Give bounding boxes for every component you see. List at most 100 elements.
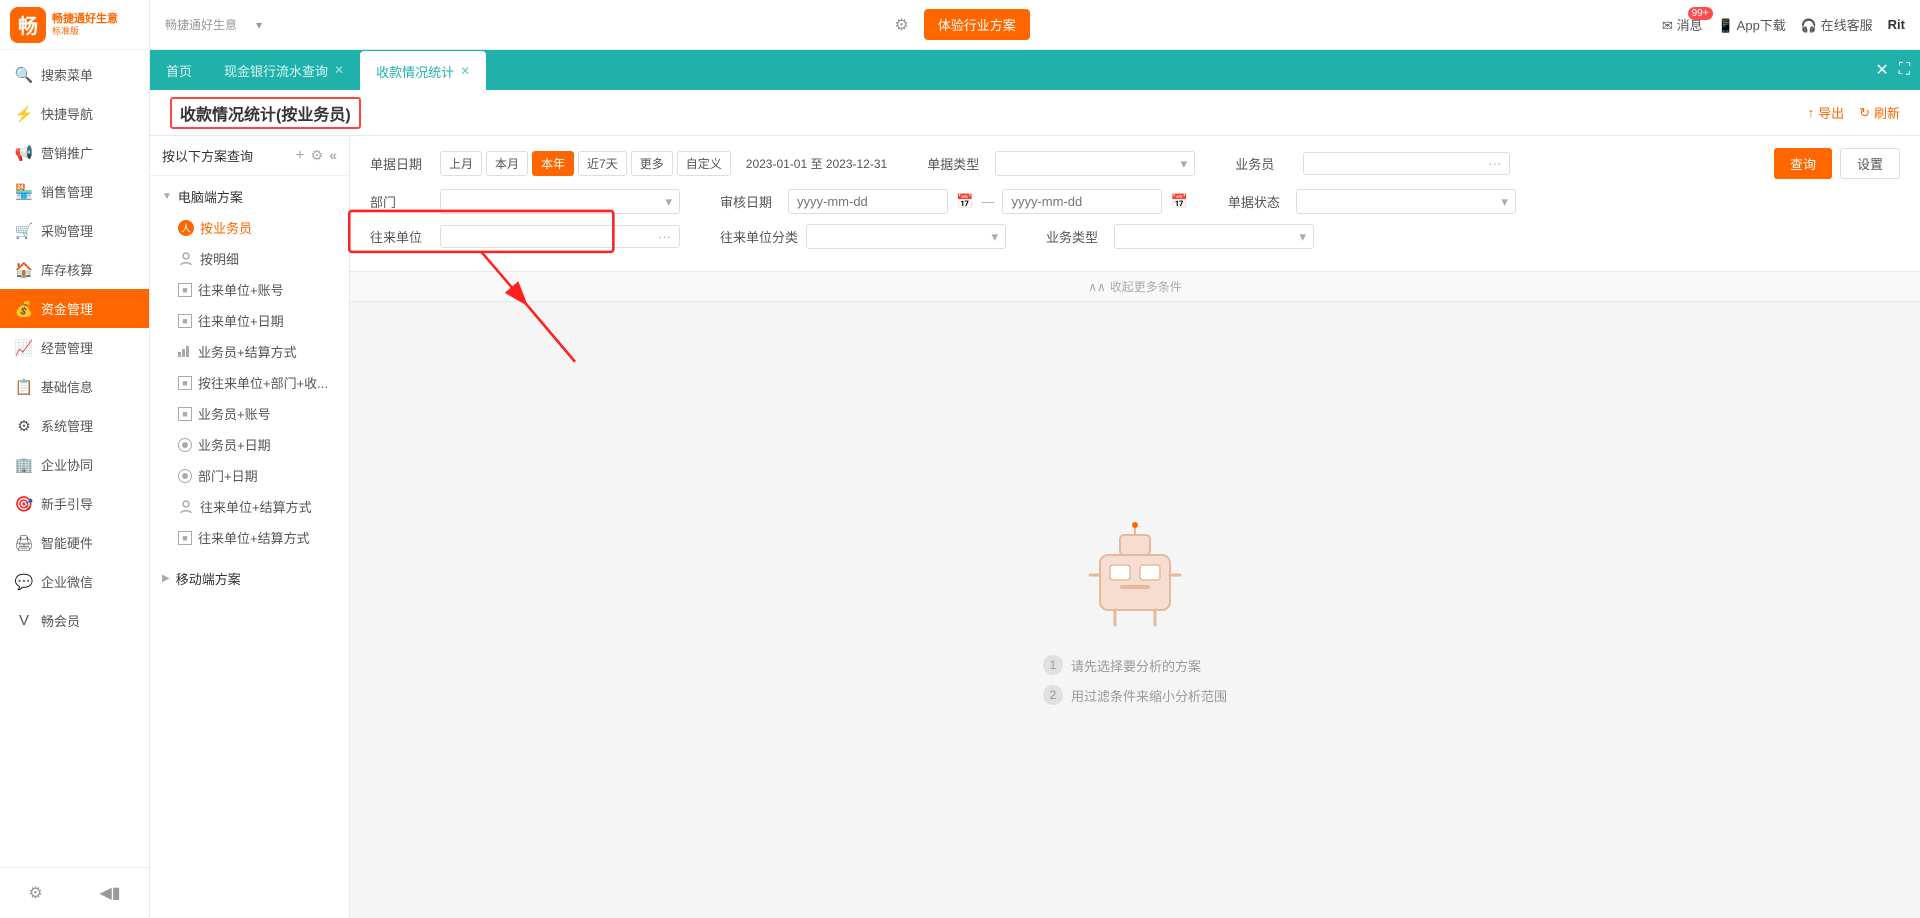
- sidebar-collapse-btn[interactable]: ◀▮: [94, 878, 125, 908]
- right-panel: 单据日期 上月 本月 本年 近7天 更多 自定义 2023-01-01 至 20…: [350, 136, 1920, 918]
- sidebar-item-guide[interactable]: 🎯 新手引导: [0, 484, 149, 523]
- biz-type-select[interactable]: [1114, 224, 1314, 249]
- empty-tip-1: 1 请先选择要分析的方案: [1043, 655, 1227, 675]
- salesperson-payment-icon: [178, 345, 192, 359]
- finance-icon: 💰: [15, 300, 33, 318]
- guide-icon: 🎯: [15, 495, 33, 513]
- tabbar: 首页 现金银行流水查询 ✕ 收款情况统计 ✕ ✕ ⛶: [150, 50, 1920, 90]
- tree-item-unit-dept-recv[interactable]: ■ 按往来单位+部门+收...: [150, 367, 349, 398]
- sidebar-item-hardware[interactable]: 🖨 智能硬件: [0, 523, 149, 562]
- doc-type-select[interactable]: [995, 151, 1195, 176]
- tree-item-by-detail[interactable]: 按明细: [150, 243, 349, 274]
- user-name[interactable]: Rit: [1888, 17, 1905, 32]
- tree-item-unit-payment1[interactable]: 往来单位+结算方式: [150, 491, 349, 522]
- export-button[interactable]: ↑ 导出: [1808, 103, 1845, 122]
- tree-item-by-salesperson[interactable]: 人 按业务员: [150, 212, 349, 243]
- app-logo: 畅 畅捷通好生意 标准版: [0, 0, 149, 50]
- query-button[interactable]: 查询: [1774, 148, 1832, 179]
- partner-dots-icon[interactable]: ···: [658, 229, 671, 244]
- partner-category-select[interactable]: [806, 224, 1006, 249]
- dept-select[interactable]: [440, 189, 680, 214]
- filter-actions: 查询 设置: [1774, 148, 1900, 179]
- collapse-panel-button[interactable]: «: [329, 147, 337, 165]
- tree-item-unit-payment2[interactable]: ■ 往来单位+结算方式: [150, 522, 349, 553]
- salesperson-filter: 业务员 ···: [1235, 152, 1510, 175]
- doc-status-select[interactable]: [1296, 189, 1516, 214]
- sidebar-item-purchase[interactable]: 🛒 采购管理: [0, 211, 149, 250]
- settings-button[interactable]: 设置: [1840, 148, 1900, 179]
- refresh-button[interactable]: ↻ 刷新: [1859, 103, 1900, 122]
- scheme-settings-button[interactable]: ⚙: [311, 147, 324, 165]
- sidebar: 畅 畅捷通好生意 标准版 🔍 搜索菜单 ⚡ 快捷导航 📢 营销推广 🏪 销售管理…: [0, 0, 150, 918]
- sidebar-item-quick-nav[interactable]: ⚡ 快捷导航: [0, 94, 149, 133]
- sidebar-item-wechat[interactable]: 💬 企业微信: [0, 562, 149, 601]
- add-scheme-button[interactable]: +: [295, 147, 304, 165]
- review-date-start-cal[interactable]: 📅: [956, 193, 973, 210]
- search-icon: 🔍: [15, 66, 33, 84]
- review-date-start[interactable]: [788, 189, 948, 214]
- empty-tip-2: 2 用过滤条件来缩小分析范围: [1043, 685, 1227, 705]
- sidebar-item-sales[interactable]: 🏪 销售管理: [0, 172, 149, 211]
- salesperson-account-icon: ■: [178, 407, 192, 421]
- tab-bank-flow[interactable]: 现金银行流水查询 ✕: [208, 50, 360, 90]
- salesperson-label: 业务员: [1235, 154, 1295, 173]
- sidebar-item-operation[interactable]: 📈 经营管理: [0, 328, 149, 367]
- tree-item-unit-account[interactable]: ■ 往来单位+账号: [150, 274, 349, 305]
- tabbar-actions: ✕ ⛶: [1875, 60, 1920, 80]
- tab-window-close-icon[interactable]: ✕: [1875, 60, 1888, 80]
- review-date-end[interactable]: [1002, 189, 1162, 214]
- partner-category-filter: 往来单位分类: [720, 224, 1006, 249]
- review-date-end-cal[interactable]: 📅: [1170, 193, 1187, 210]
- page-header-actions: ↑ 导出 ↻ 刷新: [1808, 103, 1900, 122]
- tab-receipt-stat[interactable]: 收款情况统计 ✕: [360, 51, 486, 91]
- tree-desktop-header[interactable]: ▼ 电脑端方案: [150, 181, 349, 212]
- date-tab-last7[interactable]: 近7天: [578, 151, 627, 176]
- topbar-dropdown-icon[interactable]: ▾: [256, 18, 262, 32]
- doc-status-filter: 单据状态: [1228, 189, 1516, 214]
- sidebar-bottom: ⚙ ◀▮: [0, 867, 149, 918]
- sidebar-item-search[interactable]: 🔍 搜索菜单: [0, 55, 149, 94]
- tab-close-receipt-stat[interactable]: ✕: [460, 64, 470, 78]
- sales-icon: 🏪: [15, 183, 33, 201]
- tab-home[interactable]: 首页: [150, 50, 208, 90]
- date-range-display: 2023-01-01 至 2023-12-31: [746, 155, 887, 172]
- salesperson-input[interactable]: [1312, 156, 1488, 171]
- date-tab-more[interactable]: 更多: [631, 151, 673, 176]
- tab-maximize-icon[interactable]: ⛶: [1899, 61, 1910, 79]
- partner-category-select-wrap: [806, 224, 1006, 249]
- sidebar-item-finance[interactable]: 💰 资金管理: [0, 289, 149, 328]
- tree-item-salesperson-date[interactable]: 业务员+日期: [150, 429, 349, 460]
- sidebar-item-member[interactable]: V 畅会员: [0, 601, 149, 640]
- app-download-button[interactable]: 📱 App下载: [1718, 15, 1786, 34]
- trial-button[interactable]: 体验行业方案: [924, 9, 1030, 40]
- topbar-gear-icon[interactable]: ⚙: [894, 15, 908, 35]
- sidebar-item-inventory[interactable]: 🏠 库存核算: [0, 250, 149, 289]
- sidebar-item-basic[interactable]: 📋 基础信息: [0, 367, 149, 406]
- collapse-bar[interactable]: ∧∧ 收起更多条件: [350, 272, 1920, 302]
- dept-label: 部门: [370, 192, 430, 211]
- partner-input[interactable]: [449, 229, 658, 244]
- salesperson-date-icon: [178, 438, 192, 452]
- date-tab-last-month[interactable]: 上月: [440, 151, 482, 176]
- tree-mobile-header[interactable]: ▶ 移动端方案: [150, 563, 349, 594]
- message-button[interactable]: ✉ 消息 99+: [1662, 15, 1703, 34]
- sidebar-item-company[interactable]: 🏢 企业协同: [0, 445, 149, 484]
- date-tab-this-month[interactable]: 本月: [486, 151, 528, 176]
- sidebar-item-system[interactable]: ⚙ 系统管理: [0, 406, 149, 445]
- online-service-button[interactable]: 🎧 在线客服: [1801, 15, 1873, 34]
- filter-row-1: 单据日期 上月 本月 本年 近7天 更多 自定义 2023-01-01 至 20…: [370, 148, 1900, 179]
- sidebar-settings-btn[interactable]: ⚙: [23, 878, 47, 908]
- page-title: 收款情况统计(按业务员): [170, 97, 361, 129]
- dept-select-wrap: [440, 189, 680, 214]
- tree-item-salesperson-payment[interactable]: 业务员+结算方式: [150, 336, 349, 367]
- tab-close-bank-flow[interactable]: ✕: [334, 63, 344, 77]
- left-panel: 按以下方案查询 + ⚙ « ▼ 电脑端方案 人 按业务员: [150, 136, 350, 918]
- tree-item-salesperson-account[interactable]: ■ 业务员+账号: [150, 398, 349, 429]
- sidebar-item-marketing[interactable]: 📢 营销推广: [0, 133, 149, 172]
- tree-item-dept-date[interactable]: 部门+日期: [150, 460, 349, 491]
- date-tab-this-year[interactable]: 本年: [532, 151, 574, 176]
- tree-item-unit-date[interactable]: ■ 往来单位+日期: [150, 305, 349, 336]
- date-tab-custom[interactable]: 自定义: [677, 151, 731, 176]
- salesperson-dots-icon[interactable]: ···: [1488, 156, 1501, 171]
- mobile-group-arrow: ▶: [162, 573, 170, 584]
